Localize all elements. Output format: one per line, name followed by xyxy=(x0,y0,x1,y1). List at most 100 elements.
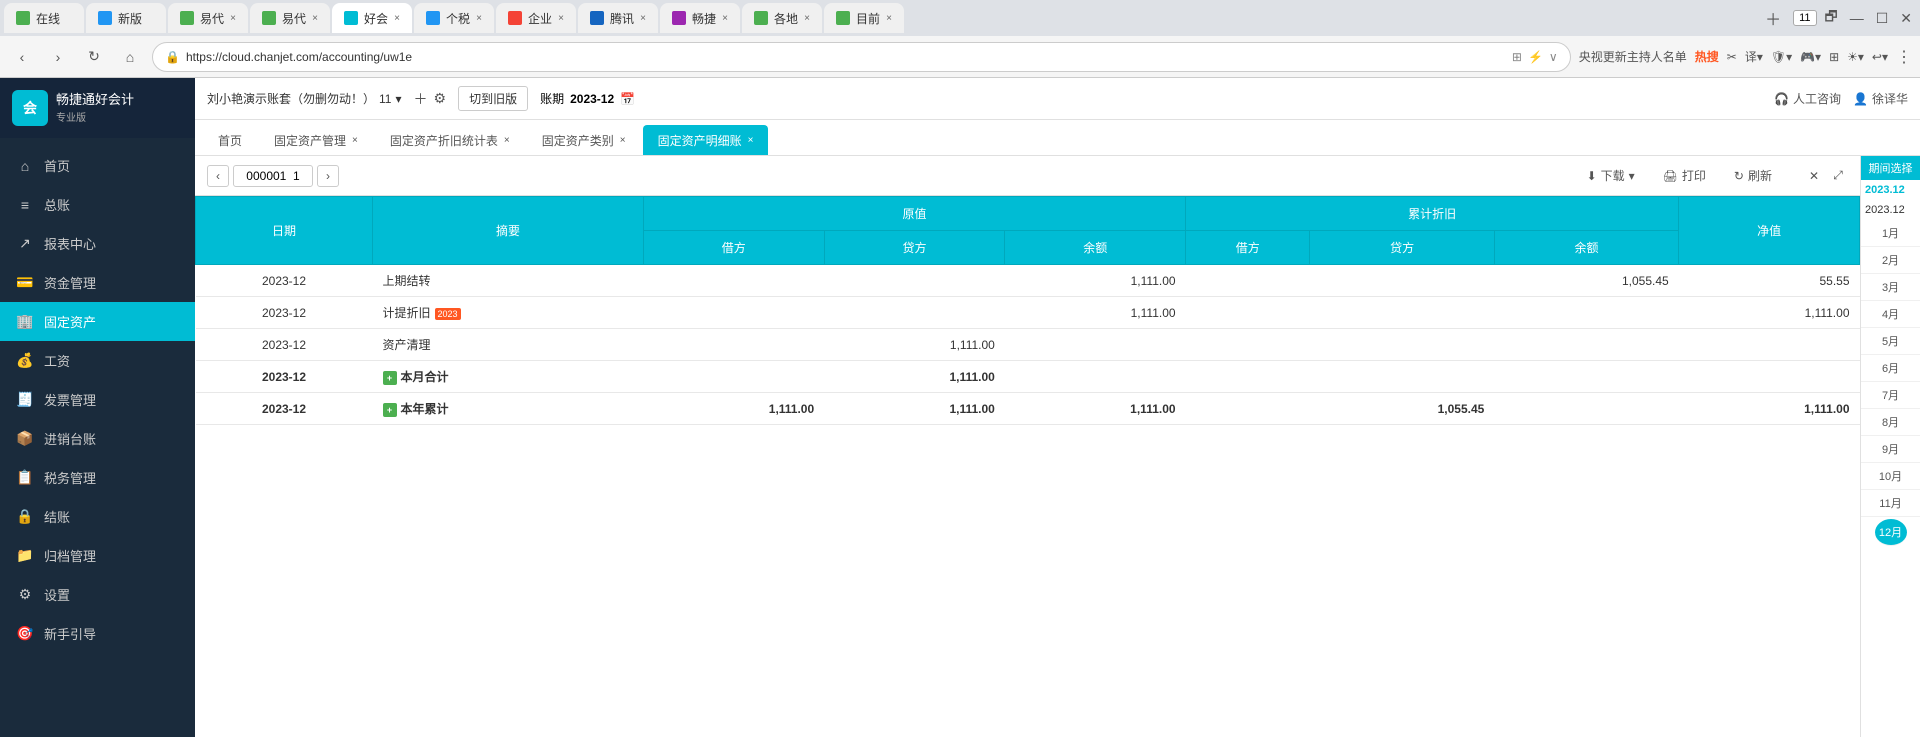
period-month-2月[interactable]: 2月 xyxy=(1861,247,1920,274)
period-year-0[interactable]: 2023.12 xyxy=(1861,180,1920,200)
next-page-btn[interactable]: › xyxy=(317,165,339,187)
tab-close-tab7[interactable]: × xyxy=(558,13,564,24)
cell-summary-4: +本年累计 xyxy=(373,393,644,425)
calendar-icon[interactable]: 📅 xyxy=(620,92,635,106)
refresh-btn[interactable]: ↻ 刷新 xyxy=(1726,163,1780,188)
cell-accum-debit-2 xyxy=(1186,329,1310,361)
extension-icon1[interactable]: 🛡▾ xyxy=(1771,50,1792,64)
scissors-icon[interactable]: ✂ xyxy=(1727,50,1737,64)
page-tab-fixed-assets-detail[interactable]: 固定资产明细账× xyxy=(643,125,769,155)
browser-tab-tab1[interactable]: 在线 xyxy=(4,3,84,33)
sidebar-item-ledger[interactable]: ≡ 总账 xyxy=(0,185,195,224)
back-button[interactable]: ‹ xyxy=(8,43,36,71)
tab-close-tab10[interactable]: × xyxy=(804,13,810,24)
page-tab-close-fixed-assets-mgmt[interactable]: × xyxy=(352,135,358,146)
period-month-11月[interactable]: 11月 xyxy=(1861,490,1920,517)
close-window-btn[interactable]: ✕ xyxy=(1896,10,1916,27)
history-icon[interactable]: ↩▾ xyxy=(1872,50,1888,64)
extension-icon2[interactable]: 🎮▾ xyxy=(1800,50,1821,64)
restore-window-btn[interactable]: 🗗 xyxy=(1821,6,1842,30)
sidebar-item-settings[interactable]: ⚙ 设置 xyxy=(0,575,195,614)
sidebar-item-invoice[interactable]: 🧾 发票管理 xyxy=(0,380,195,419)
qr-icon[interactable]: ⊞ xyxy=(1512,50,1522,64)
sidebar-item-archive[interactable]: 📁 归档管理 xyxy=(0,536,195,575)
sidebar-item-reports[interactable]: ↗ 报表中心 xyxy=(0,224,195,263)
period-month-5月[interactable]: 5月 xyxy=(1861,328,1920,355)
page-tab-close-fixed-assets-category[interactable]: × xyxy=(620,135,626,146)
browser-tab-tab9[interactable]: 畅捷× xyxy=(660,3,740,33)
browser-tab-tab3[interactable]: 易代× xyxy=(168,3,248,33)
sidebar-item-payroll[interactable]: 💰 工资 xyxy=(0,341,195,380)
tab-close-tab6[interactable]: × xyxy=(476,13,482,24)
address-box[interactable]: 🔒 https://cloud.chanjet.com/accounting/u… xyxy=(152,42,1571,72)
switch-version-btn[interactable]: 切到旧版 xyxy=(458,86,528,111)
period-month-4月[interactable]: 4月 xyxy=(1861,301,1920,328)
browser-tab-tab8[interactable]: 腾讯× xyxy=(578,3,658,33)
tab-close-tab8[interactable]: × xyxy=(640,13,646,24)
new-tab-button[interactable]: ＋ xyxy=(1759,4,1787,32)
close-panel-btn[interactable]: ✕ xyxy=(1804,166,1824,186)
tab-close-tab3[interactable]: × xyxy=(230,13,236,24)
browser-tab-tab11[interactable]: 目前× xyxy=(824,3,904,33)
help-btn[interactable]: 🎧 人工咨询 xyxy=(1774,90,1841,107)
period-month-10月[interactable]: 10月 xyxy=(1861,463,1920,490)
period-month-3月[interactable]: 3月 xyxy=(1861,274,1920,301)
forward-button[interactable]: › xyxy=(44,43,72,71)
grid-icon[interactable]: ⊞ xyxy=(1829,50,1839,64)
browser-tab-tab10[interactable]: 各地× xyxy=(742,3,822,33)
page-tab-fixed-assets-category[interactable]: 固定资产类别× xyxy=(527,125,641,155)
translate-icon[interactable]: 译▾ xyxy=(1745,48,1763,65)
sidebar-item-home[interactable]: ⌂ 首页 xyxy=(0,146,195,185)
tab-close-tab4[interactable]: × xyxy=(312,13,318,24)
browser-tab-tab7[interactable]: 企业× xyxy=(496,3,576,33)
sidebar-item-fixed-assets[interactable]: 🏢 固定资产 xyxy=(0,302,195,341)
add-book-btn[interactable]: ＋ xyxy=(414,89,428,109)
sidebar-item-guide[interactable]: 🎯 新手引导 xyxy=(0,614,195,653)
page-input[interactable]: 000001 1 xyxy=(233,165,313,187)
tab-close-tab9[interactable]: × xyxy=(722,13,728,24)
tab-count-badge: 11 xyxy=(1793,10,1816,26)
toolbar-right: ⬇ 下载 ▾ 🖨 打印 ↻ 刷新 xyxy=(1579,163,1780,188)
browser-tab-tab2[interactable]: 新版 xyxy=(86,3,166,33)
period-month-6月[interactable]: 6月 xyxy=(1861,355,1920,382)
sidebar-item-closing[interactable]: 🔒 结账 xyxy=(0,497,195,536)
period-month-12月[interactable]: 12月 xyxy=(1875,519,1907,546)
page-tab-home[interactable]: 首页 xyxy=(203,125,257,155)
prev-page-btn[interactable]: ‹ xyxy=(207,165,229,187)
settings-book-btn[interactable]: ⚙ xyxy=(434,90,447,107)
period-month-1月[interactable]: 1月 xyxy=(1861,220,1920,247)
tab-close-tab5[interactable]: × xyxy=(394,13,400,24)
settings-icon[interactable]: ☀▾ xyxy=(1847,50,1864,64)
browser-tab-tab6[interactable]: 个税× xyxy=(414,3,494,33)
tab-close-tab11[interactable]: × xyxy=(886,13,892,24)
page-tab-fixed-assets-depreciation[interactable]: 固定资产折旧统计表× xyxy=(375,125,525,155)
print-btn[interactable]: 🖨 打印 xyxy=(1655,163,1714,188)
expand-panel-btn[interactable]: ⤢ xyxy=(1828,166,1848,186)
minimize-btn[interactable]: — xyxy=(1846,10,1868,26)
page-tab-close-fixed-assets-detail[interactable]: × xyxy=(748,135,754,146)
refresh-browser-button[interactable]: ↻ xyxy=(80,43,108,71)
period-month-9月[interactable]: 9月 xyxy=(1861,436,1920,463)
main-inner: ‹ 000001 1 › ⬇ 下载 ▾ 🖨 打印 xyxy=(195,156,1920,737)
user-profile-btn[interactable]: 👤 徐译华 xyxy=(1853,90,1908,107)
period-month-7月[interactable]: 7月 xyxy=(1861,382,1920,409)
table-row: 2023-12 上期结转 1,111.00 1,055.45 55.55 xyxy=(196,265,1860,297)
browser-menu[interactable]: ⋮ xyxy=(1896,47,1912,67)
user-dropdown-icon[interactable]: ▾ xyxy=(395,92,401,106)
page-tab-fixed-assets-mgmt[interactable]: 固定资产管理× xyxy=(259,125,373,155)
lightning-icon[interactable]: ⚡ xyxy=(1528,50,1543,64)
home-browser-button[interactable]: ⌂ xyxy=(116,43,144,71)
period-year-1[interactable]: 2023.12 xyxy=(1861,200,1920,220)
maximize-btn[interactable]: ☐ xyxy=(1872,10,1893,27)
sidebar-item-tax[interactable]: 📋 税务管理 xyxy=(0,458,195,497)
download-btn[interactable]: ⬇ 下载 ▾ xyxy=(1579,163,1643,188)
browser-tab-tab4[interactable]: 易代× xyxy=(250,3,330,33)
toolbar: ‹ 000001 1 › ⬇ 下载 ▾ 🖨 打印 xyxy=(195,156,1860,196)
browser-tab-tab5[interactable]: 好会× xyxy=(332,3,412,33)
sidebar-item-funds[interactable]: 💳 资金管理 xyxy=(0,263,195,302)
sidebar-item-inventory[interactable]: 📦 进销台账 xyxy=(0,419,195,458)
chevron-down-icon[interactable]: ∨ xyxy=(1549,50,1558,64)
period-month-8月[interactable]: 8月 xyxy=(1861,409,1920,436)
page-tab-close-fixed-assets-depreciation[interactable]: × xyxy=(504,135,510,146)
download-dropdown-icon: ▾ xyxy=(1629,169,1635,183)
